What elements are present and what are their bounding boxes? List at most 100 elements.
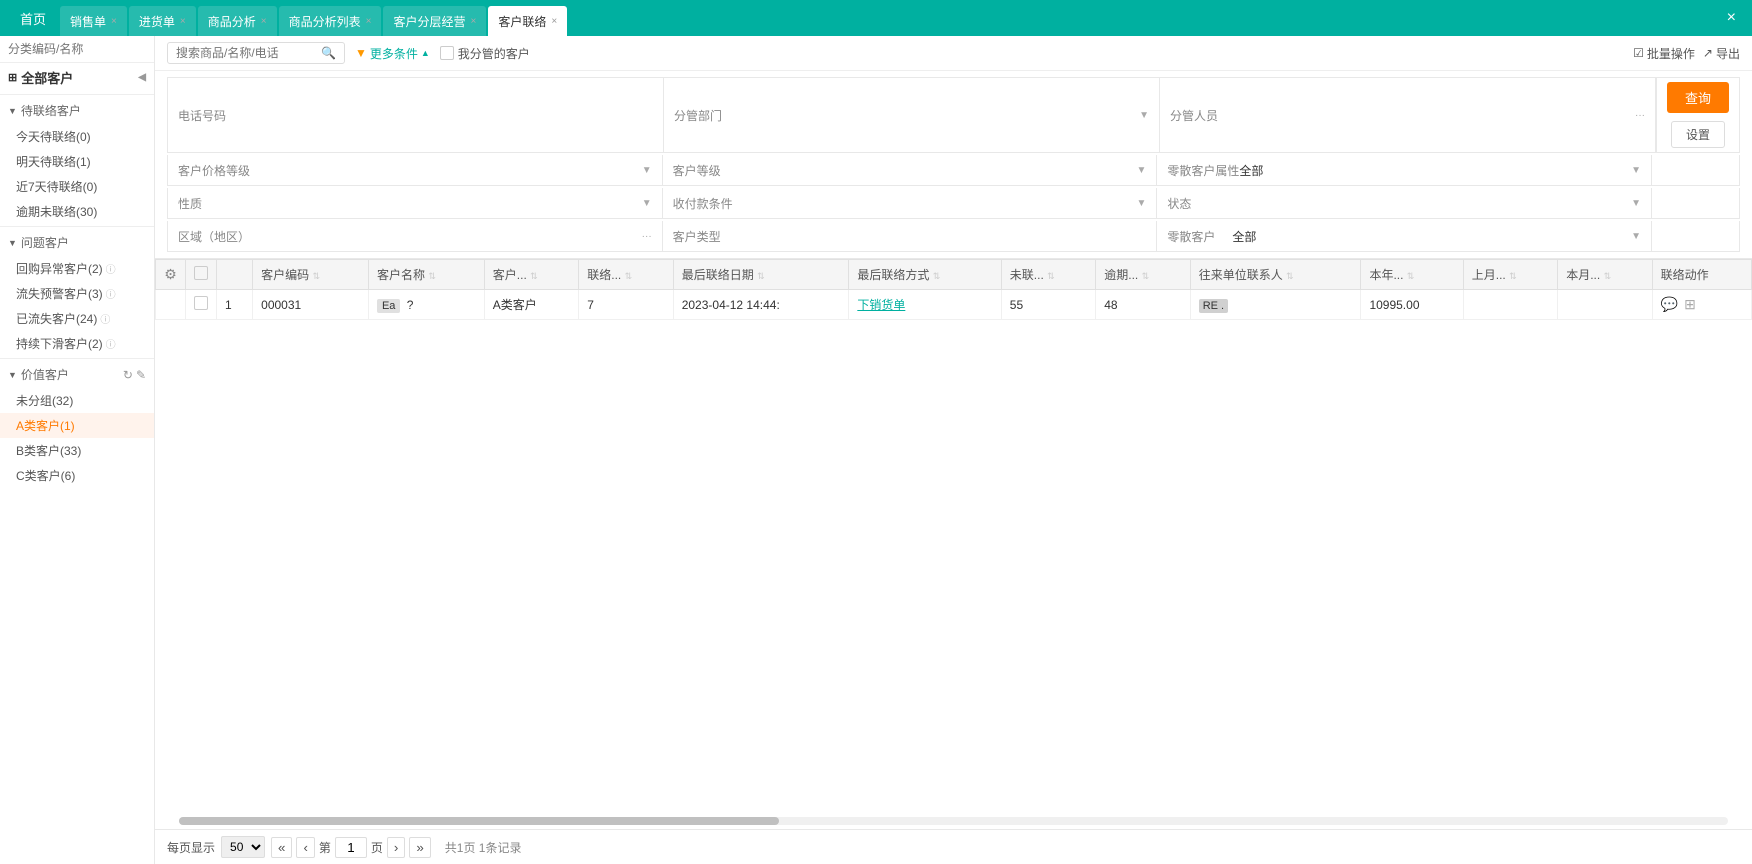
sidebar-item-declining[interactable]: 持续下滑客户(2) ⓘ	[0, 331, 154, 356]
filter-dept-value[interactable]: ▼	[739, 110, 1149, 121]
scrollbar-thumb[interactable]	[179, 817, 779, 825]
row-checkbox[interactable]	[194, 296, 208, 310]
col-header-code[interactable]: 客户编码 ⇅	[253, 260, 369, 290]
sidebar-value-label: 价值客户	[21, 366, 69, 383]
col-overdue-sort[interactable]: ⇅	[1142, 271, 1150, 281]
top-close-button[interactable]: ×	[1719, 9, 1744, 27]
nav-tab-purchase-close[interactable]: ×	[180, 16, 186, 27]
filter-row2-placeholder	[1651, 155, 1739, 185]
filter-status-value[interactable]: ▼	[1232, 198, 1641, 209]
row-qr-icon[interactable]: ⊞	[1684, 296, 1696, 313]
page-first-btn[interactable]: «	[271, 837, 292, 858]
sidebar-item-unclassified[interactable]: 未分组(32)	[0, 388, 154, 413]
nav-tab-sales-label: 销售单	[70, 13, 106, 30]
row-chat-icon[interactable]: 💬	[1661, 296, 1678, 313]
filter-scattered-value[interactable]: 全部 ▼	[1232, 228, 1641, 245]
filter-price-grade-value[interactable]: ▼	[250, 165, 652, 176]
more-conditions-btn[interactable]: ▼ 更多条件 ▲	[355, 45, 430, 62]
col-this-month-sort[interactable]: ⇅	[1604, 271, 1612, 281]
col-header-last-month[interactable]: 上月... ⇅	[1463, 260, 1557, 290]
nav-tab-customer-contact[interactable]: 客户联络 ×	[488, 6, 567, 36]
filter-customer-grade-value[interactable]: ▼	[738, 165, 1147, 176]
col-header-last-method[interactable]: 最后联络方式 ⇅	[849, 260, 1001, 290]
col-header-no-contact[interactable]: 未联... ⇅	[1001, 260, 1095, 290]
filter-payment-value[interactable]: ▼	[738, 198, 1147, 209]
page-prev-btn[interactable]: ‹	[296, 837, 314, 858]
col-this-year-sort[interactable]: ⇅	[1407, 271, 1415, 281]
batch-operation-btn[interactable]: ☑ 批量操作	[1633, 45, 1695, 62]
col-header-overdue[interactable]: 逾期... ⇅	[1096, 260, 1190, 290]
nav-home[interactable]: 首页	[8, 0, 58, 36]
col-header-this-month[interactable]: 本月... ⇅	[1558, 260, 1652, 290]
row-settings-cell	[156, 290, 186, 320]
filter-scattered-attr-value[interactable]: 全部 ▼	[1239, 162, 1641, 179]
header-checkbox[interactable]	[194, 266, 208, 280]
filter-region-dots[interactable]: ···	[642, 231, 652, 242]
sidebar-problem-title[interactable]: ▼ 问题客户	[0, 229, 154, 256]
filter-search-icon[interactable]: 🔍	[321, 46, 336, 60]
col-header-checkbox	[186, 260, 217, 290]
page-size-select[interactable]: 50	[221, 836, 265, 858]
nav-tab-analysis-list[interactable]: 商品分析列表 ×	[279, 6, 382, 36]
sidebar-churned-label: 已流失客户(24)	[16, 310, 97, 327]
sidebar-item-7days[interactable]: 近7天待联络(0)	[0, 174, 154, 199]
page-last-btn[interactable]: »	[409, 837, 430, 858]
col-header-company-contact[interactable]: 往来单位联系人 ⇅	[1190, 260, 1361, 290]
sidebar-item-churned[interactable]: 已流失客户(24) ⓘ	[0, 306, 154, 331]
sidebar-item-tomorrow[interactable]: 明天待联络(1)	[0, 149, 154, 174]
sidebar-fold-btn[interactable]: ◀	[138, 72, 146, 83]
my-customers-checkbox[interactable]	[440, 46, 454, 60]
sidebar-item-type-c[interactable]: C类客户(6)	[0, 463, 154, 488]
col-last-date-sort[interactable]: ⇅	[757, 271, 765, 281]
nav-tab-analysis-close[interactable]: ×	[261, 16, 267, 27]
col-header-name[interactable]: 客户名称 ⇅	[368, 260, 484, 290]
sidebar-search-input[interactable]	[8, 42, 155, 56]
col-no-contact-sort[interactable]: ⇅	[1047, 271, 1055, 281]
settings-gear-icon[interactable]: ⚙	[164, 266, 177, 282]
col-name-label: 客户名称	[377, 268, 425, 282]
page-number-input[interactable]	[335, 837, 367, 858]
sidebar-item-overdue[interactable]: 逾期未联络(30)	[0, 199, 154, 224]
nav-tab-analysis-list-close[interactable]: ×	[366, 16, 372, 27]
sidebar-item-type-b[interactable]: B类客户(33)	[0, 438, 154, 463]
col-company-contact-sort[interactable]: ⇅	[1286, 271, 1294, 281]
sidebar-item-type-a[interactable]: A类客户(1)	[0, 413, 154, 438]
nav-tab-sales-close[interactable]: ×	[111, 16, 117, 27]
nav-tab-customer-layer-close[interactable]: ×	[470, 16, 476, 27]
row-last-method-link[interactable]: 下销货单	[857, 298, 905, 312]
nav-tab-sales[interactable]: 销售单 ×	[60, 6, 127, 36]
page-next-btn[interactable]: ›	[387, 837, 405, 858]
sidebar-all-customers[interactable]: ⊞ 全部客户 ◀	[0, 63, 154, 92]
sidebar-item-repurchase-anomaly[interactable]: 回购异常客户(2) ⓘ	[0, 256, 154, 281]
export-btn[interactable]: ↗ 导出	[1703, 45, 1740, 62]
nav-tab-purchase[interactable]: 进货单 ×	[129, 6, 196, 36]
nav-tab-customer-layer[interactable]: 客户分层经营 ×	[383, 6, 486, 36]
sidebar-item-churn-warning[interactable]: 流失预警客户(3) ⓘ	[0, 281, 154, 306]
my-customers-filter[interactable]: 我分管的客户	[440, 45, 530, 62]
filter-search-input[interactable]	[176, 46, 316, 60]
col-header-type[interactable]: 客户... ⇅	[484, 260, 578, 290]
col-name-sort[interactable]: ⇅	[428, 271, 436, 281]
sidebar-item-today[interactable]: 今天待联络(0)	[0, 124, 154, 149]
col-contact-sort[interactable]: ⇅	[625, 271, 633, 281]
col-header-contact[interactable]: 联络... ⇅	[579, 260, 673, 290]
sidebar-pending-contact-title[interactable]: ▼ 待联络客户	[0, 97, 154, 124]
col-last-month-label: 上月...	[1472, 268, 1506, 282]
col-header-this-year[interactable]: 本年... ⇅	[1361, 260, 1463, 290]
col-last-month-sort[interactable]: ⇅	[1509, 271, 1517, 281]
filter-nature-value[interactable]: ▼	[243, 198, 652, 209]
sidebar-value-refresh-icon[interactable]: ↻	[123, 368, 133, 382]
col-type-sort[interactable]: ⇅	[530, 271, 538, 281]
setting-button[interactable]: 设置	[1671, 121, 1725, 148]
filter-price-grade-label: 客户价格等级	[178, 162, 250, 179]
col-last-method-sort[interactable]: ⇅	[933, 271, 941, 281]
sidebar-value-title[interactable]: ▼ 价值客户 ↻ ✎	[0, 361, 154, 388]
col-header-last-date[interactable]: 最后联络日期 ⇅	[673, 260, 849, 290]
nav-tab-analysis[interactable]: 商品分析 ×	[198, 6, 277, 36]
query-button[interactable]: 查询	[1667, 82, 1729, 113]
col-code-sort[interactable]: ⇅	[313, 271, 321, 281]
nav-tab-customer-contact-close[interactable]: ×	[551, 16, 557, 27]
horizontal-scrollbar[interactable]	[179, 817, 1728, 825]
sidebar-value-edit-icon[interactable]: ✎	[136, 368, 146, 382]
filter-person-dots[interactable]: ···	[1635, 110, 1645, 121]
